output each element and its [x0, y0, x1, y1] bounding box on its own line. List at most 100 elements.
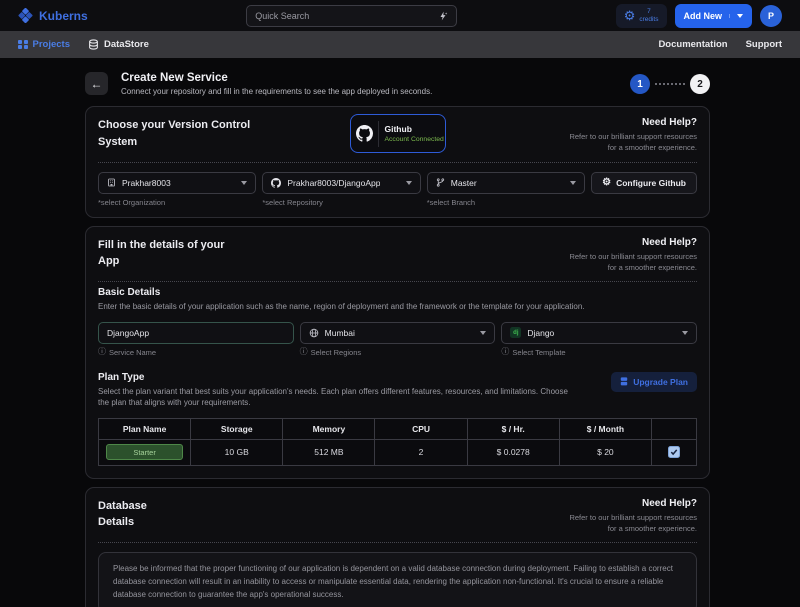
section-app-details: Fill in the details of your App Need Hel…: [85, 225, 710, 479]
page-subtitle: Connect your repository and fill in the …: [121, 87, 433, 96]
chevron-down-icon: [570, 180, 577, 185]
configure-github-button[interactable]: ⚙ Configure Github: [591, 171, 697, 194]
plan-table-header-row: Plan Name Storage Memory CPU $ / Hr. $ /…: [97, 417, 697, 440]
database-notice: Please be informed that the proper funct…: [98, 552, 697, 607]
organization-value: Prakhar8003: [122, 177, 171, 188]
page-content: ← Create New Service Connect your reposi…: [85, 58, 710, 607]
nav-item-projects[interactable]: Projects: [18, 39, 70, 50]
grid-icon: [18, 39, 28, 50]
repository-value: Prakhar8003/DjangoApp: [287, 177, 381, 188]
github-status: Account Connected: [384, 136, 444, 143]
stepper: 1 2: [630, 74, 710, 94]
link-documentation[interactable]: Documentation: [658, 39, 727, 50]
region-select[interactable]: Mumbai: [299, 321, 496, 344]
organization-icon: [107, 178, 116, 187]
add-new-button[interactable]: Add New: [674, 3, 753, 28]
step-2[interactable]: 2: [690, 74, 710, 94]
nav-item-datastore[interactable]: DataStore: [88, 39, 149, 50]
info-icon: ⓘ: [98, 347, 106, 357]
link-support[interactable]: Support: [746, 39, 782, 50]
organization-select-label: *select Organization: [98, 197, 166, 207]
github-name: Github: [384, 124, 412, 134]
branch-value: Master: [450, 177, 477, 188]
kuberns-logo-icon: [18, 8, 33, 23]
chevron-down-icon: [729, 13, 744, 18]
info-icon: ⓘ: [501, 347, 510, 357]
branch-select-label: *select Branch: [426, 197, 476, 207]
service-name-label: Service Name: [109, 347, 157, 357]
plan-per-month: $ 20: [558, 438, 653, 466]
gear-icon: ⚙: [602, 176, 612, 188]
chevron-down-icon: [405, 180, 412, 185]
col-per-month: $ / Month: [558, 417, 653, 440]
section-database: Database Details Need Help? Refer to our…: [85, 486, 710, 607]
kuberns-brand[interactable]: Kuberns: [18, 8, 88, 23]
col-memory: Memory: [282, 417, 376, 440]
template-value: Django: [527, 327, 555, 338]
database-icon: [88, 39, 99, 50]
template-select[interactable]: dj Django: [501, 321, 698, 344]
stepper-connector: [655, 83, 685, 85]
plan-table-row[interactable]: Starter 10 GB 512 MB 2 $ 0.0278 $ 20: [97, 438, 697, 466]
page-title: Create New Service: [121, 72, 228, 84]
credits-label: credits: [639, 15, 659, 23]
upgrade-plan-button[interactable]: Upgrade Plan: [611, 371, 697, 392]
vcs-heading: Choose your Version Control System: [98, 119, 251, 148]
configure-github-label: Configure Github: [616, 177, 686, 188]
git-branch-icon: [436, 178, 445, 187]
col-per-hour: $ / Hr.: [466, 417, 560, 440]
service-name-field[interactable]: [98, 321, 294, 344]
col-select: [651, 417, 697, 440]
region-select-label: Select Regions: [310, 347, 362, 357]
nav-projects-label: Projects: [32, 39, 71, 50]
template-select-label: Select Template: [512, 347, 566, 357]
topbar: Kuberns ⚙ 7 credits Add New P: [0, 0, 800, 31]
avatar[interactable]: P: [760, 4, 783, 27]
django-icon: dj: [510, 327, 522, 339]
plan-memory: 512 MB: [282, 438, 376, 466]
plan-storage: 10 GB: [190, 438, 284, 466]
back-button[interactable]: ←: [85, 72, 108, 95]
col-plan-name: Plan Name: [97, 417, 192, 440]
col-storage: Storage: [190, 417, 284, 440]
upgrade-plan-label: Upgrade Plan: [633, 376, 688, 387]
quick-search[interactable]: [246, 4, 458, 27]
add-new-label: Add New: [683, 10, 723, 21]
basic-details-title: Basic Details: [98, 287, 161, 298]
credits-badge[interactable]: ⚙ 7 credits: [615, 3, 667, 28]
chevron-down-icon: [241, 180, 248, 185]
globe-icon: [309, 328, 319, 338]
github-provider-card[interactable]: Github Account Connected: [349, 114, 446, 153]
arrow-left-icon: ←: [90, 76, 103, 91]
section-version-control: Choose your Version Control System Githu…: [85, 106, 710, 218]
search-input[interactable]: [255, 10, 433, 21]
database-heading: Database Details: [98, 499, 147, 529]
plan-name-badge: Starter: [106, 444, 183, 461]
organization-select[interactable]: Prakhar8003: [98, 171, 257, 194]
plan-selected-checkbox[interactable]: [668, 446, 680, 459]
subnav: Projects DataStore Documentation Support: [0, 31, 800, 58]
brand-name: Kuberns: [39, 8, 88, 23]
repository-select[interactable]: Prakhar8003/DjangoApp: [262, 171, 421, 194]
plan-cpu: 2: [374, 438, 468, 466]
service-name-input[interactable]: [107, 327, 285, 338]
plan-per-hour: $ 0.0278: [466, 438, 560, 466]
page-header: ← Create New Service Connect your reposi…: [85, 66, 710, 106]
need-help: Need Help? Refer to our brilliant suppor…: [569, 117, 697, 153]
avatar-initial: P: [768, 10, 775, 21]
app-heading: Fill in the details of your App: [98, 238, 225, 268]
github-icon: [351, 120, 379, 147]
plan-type-title: Plan Type: [98, 371, 145, 383]
repository-select-label: *select Repository: [262, 197, 323, 207]
stack-icon: [620, 377, 628, 386]
chevron-down-icon: [682, 330, 689, 335]
plan-type-description: Select the plan variant that best suits …: [98, 386, 568, 408]
step-1[interactable]: 1: [630, 74, 650, 94]
info-icon: ⓘ: [299, 347, 308, 357]
plan-table: Plan Name Storage Memory CPU $ / Hr. $ /…: [97, 417, 697, 466]
basic-details-description: Enter the basic details of your applicat…: [98, 302, 585, 311]
col-cpu: CPU: [374, 417, 468, 440]
chevron-down-icon: [480, 330, 487, 335]
branch-select[interactable]: Master: [426, 171, 586, 194]
nav-datastore-label: DataStore: [104, 39, 149, 50]
